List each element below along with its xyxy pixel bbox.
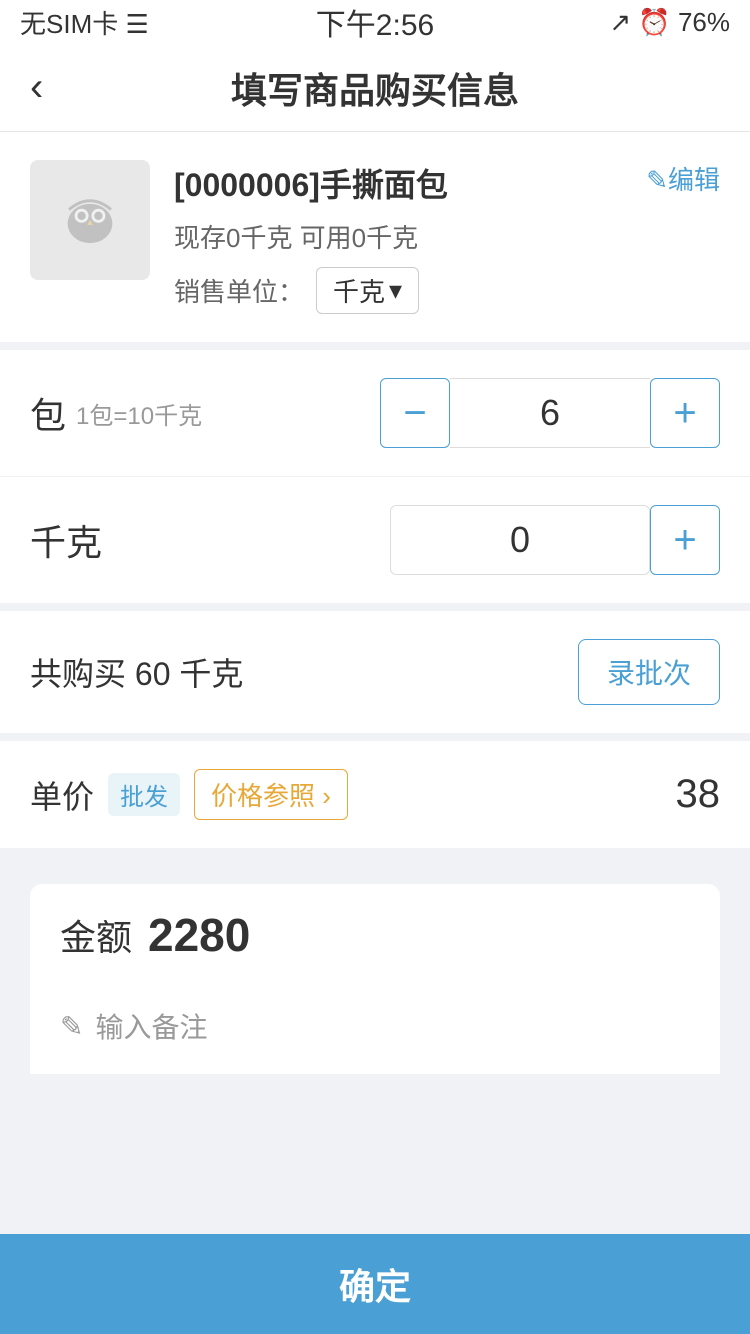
package-input[interactable] bbox=[450, 378, 650, 448]
amount-value: 2280 bbox=[148, 908, 250, 962]
page-title: 填写商品购买信息 bbox=[231, 62, 519, 114]
confirm-button[interactable]: 确定 bbox=[0, 1234, 750, 1334]
status-icons: ↗ ⏰ 76% bbox=[609, 7, 730, 38]
amount-row: 金额 2280 bbox=[30, 884, 720, 986]
price-label: 单价 bbox=[30, 772, 94, 818]
unit-label: 销售单位： bbox=[174, 272, 304, 309]
remark-icon: ✎ bbox=[60, 1010, 83, 1043]
unit-select[interactable]: 千克 ▾ bbox=[316, 267, 419, 314]
package-input-row: 包 1包=10千克 − + bbox=[0, 350, 750, 477]
amount-section: 金额 2280 ✎ 输入备注 bbox=[0, 856, 750, 1074]
kg-input[interactable] bbox=[390, 505, 650, 575]
price-left: 单价 批发 价格参照 › bbox=[30, 769, 348, 820]
kg-input-row: 千克 + bbox=[0, 477, 750, 603]
price-value: 38 bbox=[676, 772, 721, 817]
package-plus-button[interactable]: + bbox=[650, 378, 720, 448]
kg-label: 千克 bbox=[30, 514, 102, 566]
package-sub-label: 1包=10千克 bbox=[76, 396, 202, 431]
status-bar: 无SIM卡 ☰ 下午2:56 ↗ ⏰ 76% bbox=[0, 0, 750, 44]
product-info: [0000006]手撕面包 ✎编辑 现存0千克 可用0千克 销售单位： 千克 ▾ bbox=[174, 160, 720, 314]
status-right: ↗ ⏰ 76% bbox=[609, 7, 730, 38]
edit-button[interactable]: ✎编辑 bbox=[646, 160, 720, 197]
kg-plus-button[interactable]: + bbox=[650, 505, 720, 575]
back-button[interactable]: ‹ bbox=[30, 65, 43, 110]
status-time: 下午2:56 bbox=[316, 0, 434, 44]
product-stock: 现存0千克 可用0千克 bbox=[174, 218, 720, 255]
summary-row: 共购买 60 千克 录批次 bbox=[0, 611, 750, 741]
package-input-section: 包 1包=10千克 − + 千克 + bbox=[0, 350, 750, 603]
summary-text: 共购买 60 千克 bbox=[30, 649, 243, 695]
price-ref-button[interactable]: 价格参照 › bbox=[194, 769, 348, 820]
price-section: 单价 批发 价格参照 › 38 bbox=[0, 741, 750, 856]
product-image bbox=[30, 160, 150, 280]
nav-bar: ‹ 填写商品购买信息 bbox=[0, 44, 750, 132]
package-minus-button[interactable]: − bbox=[380, 378, 450, 448]
product-header: [0000006]手撕面包 ✎编辑 bbox=[174, 160, 720, 206]
product-placeholder-icon bbox=[55, 185, 125, 255]
kg-label-group: 千克 bbox=[30, 514, 102, 566]
product-unit-row: 销售单位： 千克 ▾ bbox=[174, 267, 720, 314]
status-left: 无SIM卡 ☰ bbox=[20, 4, 149, 41]
kg-controls: + bbox=[390, 505, 720, 575]
remark-placeholder: 输入备注 bbox=[95, 1006, 207, 1046]
unit-value: 千克 bbox=[333, 272, 385, 309]
product-card: [0000006]手撕面包 ✎编辑 现存0千克 可用0千克 销售单位： 千克 ▾ bbox=[0, 132, 750, 350]
price-type-badge: 批发 bbox=[108, 773, 180, 816]
package-label: 包 bbox=[30, 387, 66, 439]
product-name: [0000006]手撕面包 bbox=[174, 160, 448, 206]
sim-label: 无SIM卡 ☰ bbox=[20, 4, 149, 41]
package-controls: − + bbox=[380, 378, 720, 448]
batch-button[interactable]: 录批次 bbox=[578, 639, 720, 705]
package-label-group: 包 1包=10千克 bbox=[30, 387, 202, 439]
unit-drop-icon: ▾ bbox=[389, 275, 402, 306]
remark-row[interactable]: ✎ 输入备注 bbox=[30, 986, 720, 1074]
amount-label: 金额 bbox=[60, 909, 132, 961]
